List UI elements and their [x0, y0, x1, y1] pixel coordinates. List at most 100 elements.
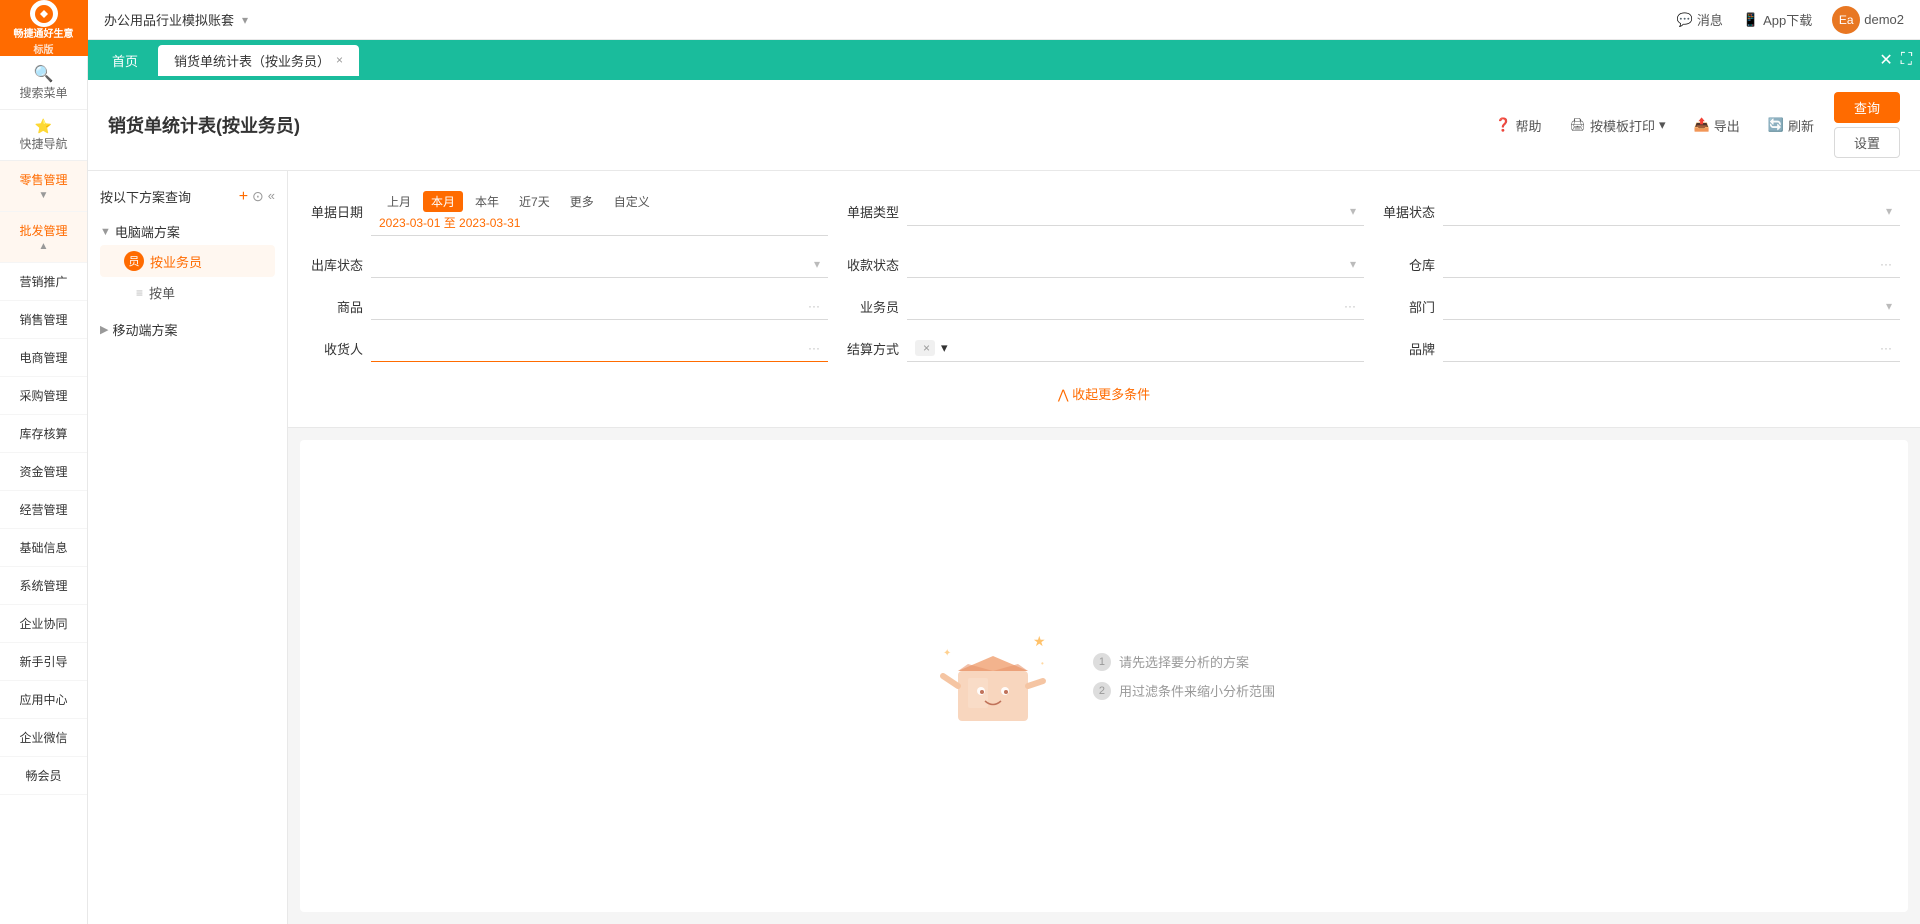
- export-icon: 📤: [1694, 117, 1710, 133]
- sidebar-item-operation[interactable]: 经营管理: [0, 491, 87, 529]
- logo-icon: [30, 0, 58, 27]
- page-header: 销货单统计表(按业务员) ❓ 帮助 🖨 按模板打印 ▾ 📤 导出 🔄 刷新: [88, 80, 1920, 171]
- sidebar-item-wechat[interactable]: 企业微信: [0, 719, 87, 757]
- filter-goods: 商品 ···: [308, 292, 828, 320]
- out-status-control[interactable]: ▾: [371, 250, 828, 278]
- scheme-item-by-order[interactable]: ≡ 按单: [100, 277, 275, 308]
- sidebar-item-marketing[interactable]: 营销推广: [0, 263, 87, 301]
- print-icon: 🖨: [1570, 117, 1587, 133]
- sidebar-item-inventory[interactable]: 库存核算: [0, 415, 87, 453]
- date-tab-more[interactable]: 更多: [562, 191, 602, 212]
- sidebar-search[interactable]: 🔍 搜索菜单: [0, 56, 87, 110]
- settlement-control[interactable]: × ▾: [907, 334, 1364, 362]
- message-btn[interactable]: 💬 消息: [1677, 10, 1723, 29]
- settlement-tag-close-icon[interactable]: ×: [923, 341, 930, 355]
- department-dropdown-icon: ▾: [1886, 299, 1892, 313]
- print-btn[interactable]: 🖨 按模板打印 ▾: [1562, 112, 1674, 139]
- sidebar-item-basic[interactable]: 基础信息: [0, 529, 87, 567]
- tab-close-window-icon[interactable]: ✕: [1879, 50, 1892, 70]
- sidebar-item-guide[interactable]: 新手引导: [0, 643, 87, 681]
- logo-text: 畅捷通好生意: [14, 29, 74, 41]
- sidebar-item-label: 畅会员: [25, 767, 61, 784]
- goods-control[interactable]: ···: [371, 292, 828, 320]
- date-tab-this-year[interactable]: 本年: [467, 191, 507, 212]
- refresh-btn[interactable]: 🔄 刷新: [1760, 112, 1822, 139]
- filter-brand: 品牌 ···: [1380, 334, 1900, 362]
- sidebar-item-purchase[interactable]: 采购管理: [0, 377, 87, 415]
- salesperson-control[interactable]: ···: [907, 292, 1364, 320]
- date-tabs: 上月 本月 本年 近7天 更多 自定义: [379, 191, 820, 212]
- pc-scheme-group: ▼ 电脑端方案 员 按业务员 ≡ 按单: [88, 214, 287, 312]
- help-btn[interactable]: ❓ 帮助: [1487, 112, 1549, 139]
- avatar: Ea: [1832, 6, 1860, 34]
- download-icon: 📱: [1743, 12, 1759, 28]
- date-tab-custom[interactable]: 自定义: [606, 191, 658, 212]
- brand-control[interactable]: ···: [1443, 334, 1900, 362]
- receiver-control[interactable]: ···: [371, 334, 828, 362]
- collection-status-control[interactable]: ▾: [907, 250, 1364, 278]
- sidebar-item-label: 企业微信: [19, 729, 67, 746]
- help-icon: ❓: [1495, 117, 1511, 133]
- sidebar-item-system[interactable]: 系统管理: [0, 567, 87, 605]
- topbar-dropdown-icon[interactable]: ▾: [242, 13, 248, 27]
- sidebar-item-member[interactable]: 畅会员: [0, 757, 87, 795]
- tab-active[interactable]: 销货单统计表（按业务员） ×: [158, 45, 359, 76]
- tab-home[interactable]: 首页: [96, 45, 154, 76]
- topbar-left: 办公用品行业模拟账套 ▾: [104, 10, 248, 29]
- app-download-btn[interactable]: 📱 App下载: [1743, 10, 1812, 29]
- tab-expand-icon[interactable]: ⛶: [1901, 51, 1912, 69]
- collapse-panel-icon[interactable]: «: [268, 188, 275, 206]
- date-tab-7days[interactable]: 近7天: [511, 191, 558, 212]
- department-control[interactable]: ▾: [1443, 292, 1900, 320]
- sidebar-item-ecommerce[interactable]: 电商管理: [0, 339, 87, 377]
- sidebar-item-appstore[interactable]: 应用中心: [0, 681, 87, 719]
- sidebar-item-sales[interactable]: 销售管理: [0, 301, 87, 339]
- user-avatar[interactable]: Ea demo2: [1832, 6, 1904, 34]
- export-btn[interactable]: 📤 导出: [1686, 112, 1748, 139]
- date-tab-this-month[interactable]: 本月: [423, 191, 463, 212]
- page-content: 销货单统计表(按业务员) ❓ 帮助 🖨 按模板打印 ▾ 📤 导出 🔄 刷新: [88, 80, 1920, 924]
- filter-doc-status: 单据状态 ▾: [1380, 198, 1900, 226]
- sidebar-item-label: 基础信息: [19, 539, 67, 556]
- doc-status-label: 单据状态: [1380, 202, 1435, 221]
- sidebar-item-label: 系统管理: [19, 577, 67, 594]
- doc-type-control[interactable]: ▾: [907, 198, 1364, 226]
- receiver-more-icon: ···: [808, 341, 820, 355]
- mobile-scheme-group-header[interactable]: ▶ 移动端方案: [100, 316, 275, 343]
- edit-scheme-icon[interactable]: ⊙: [252, 188, 264, 206]
- sidebar-item-enterprise[interactable]: 企业协同: [0, 605, 87, 643]
- mobile-group-arrow-icon: ▶: [100, 323, 108, 336]
- sidebar-item-retail[interactable]: 零售管理 ▼: [0, 161, 87, 212]
- settings-button[interactable]: 设置: [1834, 127, 1900, 158]
- goods-label: 商品: [308, 297, 363, 316]
- filter-settlement: 结算方式 × ▾: [844, 334, 1364, 362]
- sidebar-quick-nav[interactable]: ⭐ 快捷导航: [0, 110, 87, 161]
- doc-status-control[interactable]: ▾: [1443, 198, 1900, 226]
- warehouse-control[interactable]: ···: [1443, 250, 1900, 278]
- tab-close-icon[interactable]: ×: [336, 53, 343, 67]
- brand-more-icon: ···: [1880, 341, 1892, 355]
- left-panel-header: 按以下方案查询 + ⊙ «: [88, 183, 287, 214]
- print-dropdown-icon: ▾: [1659, 117, 1666, 133]
- sidebar-item-label: 销售管理: [19, 311, 67, 328]
- sidebar-logo[interactable]: 畅捷通好生意 标版: [0, 0, 88, 56]
- sidebar: 畅捷通好生意 标版 🔍 搜索菜单 ⭐ 快捷导航 零售管理 ▼ 批发管理 ▲ 营销…: [0, 0, 88, 924]
- add-scheme-icon[interactable]: +: [239, 188, 248, 206]
- date-range-control[interactable]: 上月 本月 本年 近7天 更多 自定义 2023-03-01 至 2023-03…: [371, 187, 828, 236]
- filter-salesperson: 业务员 ···: [844, 292, 1364, 320]
- date-value: 2023-03-01 至 2023-03-31: [379, 214, 820, 231]
- sidebar-item-wholesale[interactable]: 批发管理 ▲: [0, 212, 87, 263]
- pc-scheme-group-header[interactable]: ▼ 电脑端方案: [100, 218, 275, 245]
- sidebar-item-finance[interactable]: 资金管理: [0, 453, 87, 491]
- filter-warehouse: 仓库 ···: [1380, 250, 1900, 278]
- warehouse-more-icon: ···: [1880, 257, 1892, 271]
- query-button[interactable]: 查询: [1834, 92, 1900, 123]
- content-area: 按以下方案查询 + ⊙ « ▼ 电脑端方案 员 按业务员: [88, 171, 1920, 924]
- svg-text:★: ★: [1033, 633, 1046, 649]
- collapse-filters-btn[interactable]: ⋀ 收起更多条件: [308, 376, 1900, 411]
- topbar-title: 办公用品行业模拟账套: [104, 10, 234, 29]
- scheme-item-by-salesperson[interactable]: 员 按业务员: [100, 245, 275, 277]
- out-status-dropdown-icon: ▾: [814, 257, 820, 271]
- date-tab-last-month[interactable]: 上月: [379, 191, 419, 212]
- out-status-label: 出库状态: [308, 255, 363, 274]
